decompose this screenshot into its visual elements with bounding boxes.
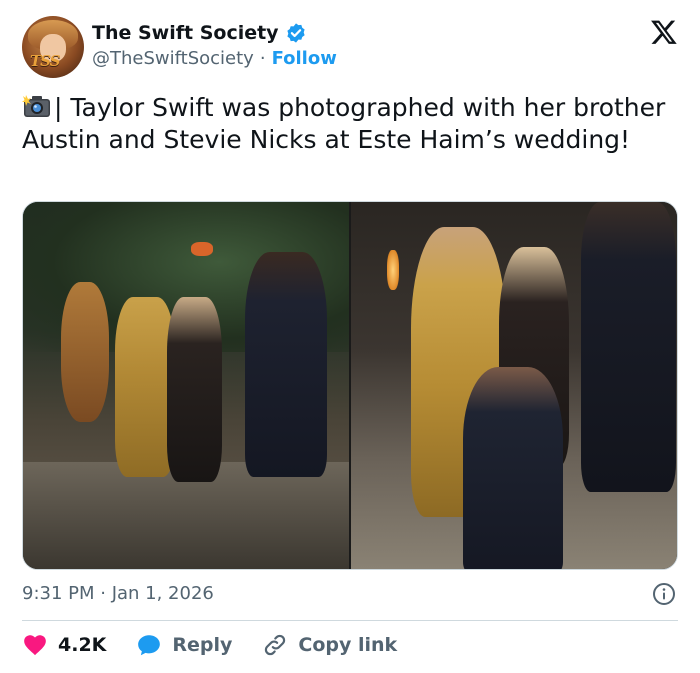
copy-link-label: Copy link — [298, 634, 398, 656]
figure-1 — [61, 282, 109, 422]
photo-right[interactable] — [351, 202, 677, 569]
flower — [191, 242, 213, 256]
avatar-logo-text: TSS — [30, 52, 60, 70]
figure-suit-3 — [463, 367, 563, 569]
display-name[interactable]: The Swift Society — [92, 22, 279, 44]
figure-gold-dress — [115, 297, 175, 477]
figure-suit-2 — [581, 202, 676, 492]
reply-label: Reply — [172, 634, 233, 656]
media-grid — [22, 201, 678, 570]
figure-dark — [167, 297, 222, 482]
action-bar: 4.2K Reply Copy link — [22, 632, 427, 658]
author-name-row: The Swift Society — [92, 22, 307, 44]
x-logo-icon[interactable] — [650, 18, 678, 46]
info-icon[interactable] — [652, 582, 676, 606]
photo-left[interactable] — [23, 202, 349, 569]
reply-icon — [138, 635, 161, 656]
tweet-body: | Taylor Swift was photographed with her… — [22, 93, 666, 154]
like-count: 4.2K — [58, 634, 107, 656]
tweet-text: | Taylor Swift was photographed with her… — [22, 92, 672, 156]
handle[interactable]: @TheSwiftSociety — [92, 48, 254, 69]
verified-badge-icon — [286, 23, 305, 43]
candle-flame — [387, 250, 399, 290]
like-button[interactable]: 4.2K — [22, 632, 106, 658]
follow-button[interactable]: Follow — [272, 48, 337, 69]
copy-link-button[interactable]: Copy link — [262, 632, 397, 658]
link-icon — [265, 634, 286, 656]
avatar[interactable]: TSS — [22, 16, 84, 78]
separator: · — [259, 48, 266, 69]
reply-button[interactable]: Reply — [136, 632, 232, 658]
handle-row: @TheSwiftSociety · Follow — [92, 48, 337, 69]
heart-icon — [24, 635, 46, 656]
divider — [22, 620, 678, 621]
timestamp[interactable]: 9:31 PM · Jan 1, 2026 — [22, 583, 214, 604]
figure-suit — [245, 252, 327, 477]
camera-flash-icon — [22, 95, 50, 117]
tweet-card: TSS The Swift Society @TheSwiftSociety ·… — [0, 0, 700, 673]
